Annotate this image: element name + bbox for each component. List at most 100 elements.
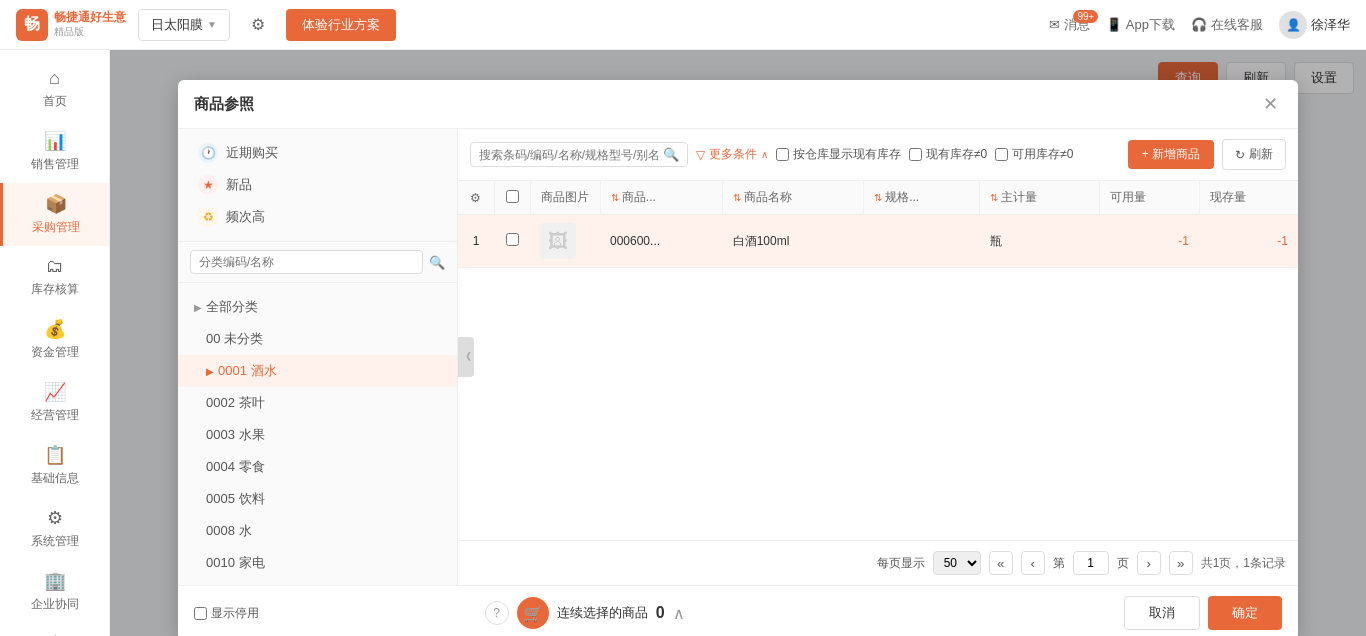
checkbox-available-stock[interactable]: 可用库存≠0 bbox=[995, 146, 1073, 163]
username: 徐泽华 bbox=[1311, 16, 1350, 34]
cat-item-snacks[interactable]: 0004 零食 bbox=[178, 451, 457, 483]
branch-arrow-icon: ▼ bbox=[207, 19, 217, 30]
sidebar-item-sales[interactable]: 📊 销售管理 bbox=[0, 120, 109, 183]
display-disabled-label[interactable]: 显示停用 bbox=[194, 605, 259, 622]
more-filter-button[interactable]: ▽ 更多条件 ∧ bbox=[696, 146, 768, 163]
headset-icon: 🎧 bbox=[1191, 17, 1207, 32]
table-row[interactable]: 1 🖼 bbox=[458, 215, 1298, 268]
messages-button[interactable]: ✉ 消息 99+ bbox=[1049, 16, 1090, 34]
settings-icon[interactable]: ⚙ bbox=[242, 9, 274, 41]
th-product-spec[interactable]: ⇅ 规格... bbox=[863, 181, 979, 215]
collapse-footer-icon[interactable]: ∧ bbox=[673, 604, 685, 623]
sidebar-label-inventory: 库存核算 bbox=[31, 281, 79, 298]
cat-item-all[interactable]: ▶ 全部分类 bbox=[178, 291, 457, 323]
cat-item-drinks[interactable]: 0005 饮料 bbox=[178, 483, 457, 515]
last-page-button[interactable]: » bbox=[1169, 551, 1193, 575]
existing-stock-checkbox[interactable] bbox=[909, 148, 922, 161]
add-product-button[interactable]: + 新增商品 bbox=[1128, 140, 1214, 169]
cat-item-appliances[interactable]: 0010 家电 bbox=[178, 547, 457, 579]
filter-frequent[interactable]: ♻ 频次高 bbox=[190, 201, 445, 233]
cat-arrow-alcohol: ▶ bbox=[206, 366, 214, 377]
next-page-button[interactable]: › bbox=[1137, 551, 1161, 575]
refresh-icon: ↻ bbox=[1235, 148, 1245, 162]
sidebar-item-home[interactable]: ⌂ 首页 bbox=[0, 58, 109, 120]
display-disabled-checkbox[interactable] bbox=[194, 607, 207, 620]
per-page-select[interactable]: 50 bbox=[933, 551, 981, 575]
th-checkbox bbox=[494, 181, 530, 215]
filter-new[interactable]: ★ 新品 bbox=[190, 169, 445, 201]
logo-name: 畅捷通好生意 bbox=[54, 10, 126, 26]
logo: 畅 畅捷通好生意 精品版 bbox=[16, 9, 126, 41]
trial-button[interactable]: 体验行业方案 bbox=[286, 9, 396, 41]
th-product-name[interactable]: ⇅ 商品名称 bbox=[723, 181, 864, 215]
product-panel: 🔍 ▽ 更多条件 ∧ 按仓库显示现有库存 bbox=[458, 129, 1298, 585]
category-search-input[interactable] bbox=[190, 250, 423, 274]
branch-selector[interactable]: 日太阳膜 ▼ bbox=[138, 9, 230, 41]
row-checkbox[interactable] bbox=[506, 233, 519, 246]
sidebar-label-procurement: 采购管理 bbox=[32, 219, 80, 236]
product-thumbnail: 🖼 bbox=[540, 223, 576, 259]
new-icon: ★ bbox=[198, 175, 218, 195]
cat-item-fruit[interactable]: 0003 水果 bbox=[178, 419, 457, 451]
cat-item-water[interactable]: 0008 水 bbox=[178, 515, 457, 547]
td-checkbox[interactable] bbox=[494, 215, 530, 268]
cat-label-appliances: 0010 家电 bbox=[206, 554, 265, 572]
help-icon[interactable]: ? bbox=[485, 601, 509, 625]
cat-arrow-all: ▶ bbox=[194, 302, 202, 313]
filter-recent[interactable]: 🕐 近期购买 bbox=[190, 137, 445, 169]
confirm-button[interactable]: 确定 bbox=[1208, 596, 1282, 630]
th-settings[interactable]: ⚙ bbox=[458, 181, 494, 215]
checkbox-warehouse-stock[interactable]: 按仓库显示现有库存 bbox=[776, 146, 901, 163]
modal-close-button[interactable]: ✕ bbox=[1258, 92, 1282, 116]
checkbox-existing-label: 现有库存≠0 bbox=[926, 146, 987, 163]
category-search-icon[interactable]: 🔍 bbox=[429, 255, 445, 270]
online-service-button[interactable]: 🎧 在线客服 bbox=[1191, 16, 1263, 34]
warehouse-stock-checkbox[interactable] bbox=[776, 148, 789, 161]
modal-header: 商品参照 ✕ bbox=[178, 80, 1298, 129]
th-unit[interactable]: ⇅ 主计量 bbox=[980, 181, 1100, 215]
sidebar-item-procurement[interactable]: 📦 采购管理 bbox=[0, 183, 109, 246]
frequent-icon: ♻ bbox=[198, 207, 218, 227]
sidebar-item-inventory[interactable]: 🗂 库存核算 bbox=[0, 246, 109, 308]
sidebar-item-basics[interactable]: 📋 基础信息 bbox=[0, 434, 109, 497]
available-stock-checkbox[interactable] bbox=[995, 148, 1008, 161]
filter-arrow-icon: ∧ bbox=[761, 149, 768, 160]
first-page-button[interactable]: « bbox=[989, 551, 1013, 575]
online-service-label: 在线客服 bbox=[1211, 16, 1263, 34]
product-search-input[interactable] bbox=[479, 148, 659, 162]
avatar-icon: 👤 bbox=[1279, 11, 1307, 39]
collapse-panel-button[interactable]: 《 bbox=[458, 337, 474, 377]
category-panel: 🕐 近期购买 ★ 新品 ♻ 频次高 bbox=[178, 129, 458, 585]
sidebar-item-guide[interactable]: 🎓 新手引导 bbox=[0, 623, 109, 636]
td-stock: -1 bbox=[1199, 215, 1298, 268]
display-disabled-text: 显示停用 bbox=[211, 605, 259, 622]
page-label: 第 bbox=[1053, 555, 1065, 572]
sidebar-item-operations[interactable]: 📈 经营管理 bbox=[0, 371, 109, 434]
td-name: 白酒100ml bbox=[723, 215, 864, 268]
user-avatar[interactable]: 👤 徐泽华 bbox=[1279, 11, 1350, 39]
category-list: ▶ 全部分类 00 未分类 ▶ 0001 酒水 0002 茶 bbox=[178, 283, 457, 585]
cat-item-tea[interactable]: 0002 茶叶 bbox=[178, 387, 457, 419]
product-search-wrap: 🔍 bbox=[470, 142, 688, 167]
inventory-icon: 🗂 bbox=[46, 256, 64, 277]
cat-item-uncategorized[interactable]: 00 未分类 bbox=[178, 323, 457, 355]
select-all-checkbox[interactable] bbox=[506, 190, 519, 203]
refresh-button[interactable]: ↻ 刷新 bbox=[1222, 139, 1286, 170]
page-number-input[interactable] bbox=[1073, 551, 1109, 575]
sidebar-item-finance[interactable]: 💰 资金管理 bbox=[0, 308, 109, 371]
app-download-button[interactable]: 📱 App下载 bbox=[1106, 16, 1175, 34]
th-product-code[interactable]: ⇅ 商品... bbox=[600, 181, 723, 215]
message-icon: ✉ bbox=[1049, 17, 1060, 32]
sidebar-item-system[interactable]: ⚙ 系统管理 bbox=[0, 497, 109, 560]
top-navigation: 畅 畅捷通好生意 精品版 日太阳膜 ▼ ⚙ 体验行业方案 ✉ 消息 99+ 📱 … bbox=[0, 0, 1366, 50]
sidebar-label-enterprise: 企业协同 bbox=[31, 596, 79, 613]
cat-label-alcohol: 0001 酒水 bbox=[218, 362, 277, 380]
cat-item-alcohol[interactable]: ▶ 0001 酒水 bbox=[178, 355, 457, 387]
total-info: 共1页，1条记录 bbox=[1201, 555, 1286, 572]
sidebar-item-enterprise[interactable]: 🏢 企业协同 bbox=[0, 560, 109, 623]
product-search-icon[interactable]: 🔍 bbox=[663, 147, 679, 162]
cancel-button[interactable]: 取消 bbox=[1124, 596, 1200, 630]
prev-page-button[interactable]: ‹ bbox=[1021, 551, 1045, 575]
cat-label-tea: 0002 茶叶 bbox=[206, 394, 265, 412]
checkbox-existing-stock[interactable]: 现有库存≠0 bbox=[909, 146, 987, 163]
